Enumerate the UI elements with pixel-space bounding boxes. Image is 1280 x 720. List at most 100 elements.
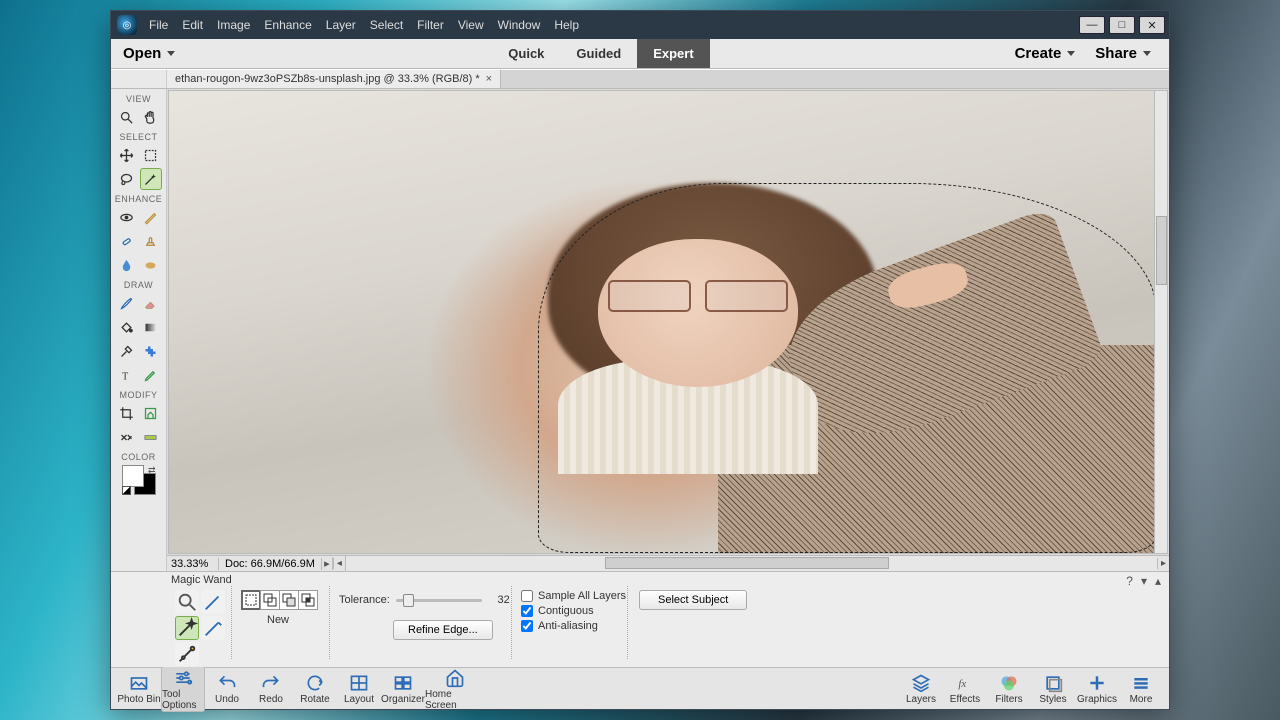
brush-tool[interactable]: [116, 292, 138, 314]
rotate-button[interactable]: Rotate: [293, 672, 337, 705]
vertical-scroll-thumb[interactable]: [1156, 216, 1167, 285]
organizer-button[interactable]: Organizer: [381, 672, 425, 705]
panel-menu-icon[interactable]: ▾: [1141, 574, 1147, 588]
sample-all-layers-checkbox[interactable]: Sample All Layers: [521, 590, 626, 602]
lasso-tool[interactable]: [116, 168, 138, 190]
gradient-tool[interactable]: [140, 316, 162, 338]
selection-mode-new[interactable]: [241, 590, 261, 610]
redeye-tool[interactable]: [116, 206, 138, 228]
color-swatch[interactable]: ⇄: [122, 465, 156, 495]
hscroll-left-icon[interactable]: ◂: [333, 558, 345, 569]
redo-button[interactable]: Redo: [249, 672, 293, 705]
graphics-button[interactable]: Graphics: [1075, 672, 1119, 705]
menu-enhance[interactable]: Enhance: [264, 18, 311, 32]
selection-mode-subtract[interactable]: [279, 590, 299, 610]
mode-quick[interactable]: Quick: [492, 39, 560, 68]
auto-selection-option[interactable]: [175, 642, 199, 666]
swap-colors-icon[interactable]: ⇄: [148, 465, 156, 476]
paint-bucket-tool[interactable]: [116, 316, 138, 338]
hand-tool[interactable]: [140, 106, 162, 128]
mode-expert[interactable]: Expert: [637, 39, 709, 68]
vertical-scrollbar[interactable]: [1154, 91, 1167, 553]
horizontal-scrollbar[interactable]: [345, 556, 1157, 571]
collapse-icon[interactable]: ▴: [1155, 574, 1161, 588]
shape-tool[interactable]: [140, 340, 162, 362]
styles-button[interactable]: Styles: [1031, 672, 1075, 705]
zoom-percent[interactable]: 33.33%: [167, 558, 219, 570]
marquee-tool[interactable]: [140, 144, 162, 166]
whiten-teeth-tool[interactable]: [140, 206, 162, 228]
blur-tool[interactable]: [116, 254, 138, 276]
default-colors-icon[interactable]: [122, 486, 131, 495]
tool-section-draw: DRAW: [124, 280, 153, 290]
share-label: Share: [1095, 45, 1137, 62]
more-button[interactable]: More: [1119, 672, 1163, 705]
undo-button[interactable]: Undo: [205, 672, 249, 705]
foreground-color-swatch[interactable]: [122, 465, 144, 487]
clone-stamp-tool[interactable]: [140, 230, 162, 252]
doc-info-menu-icon[interactable]: ▸: [322, 557, 333, 570]
hscroll-right-icon[interactable]: ▸: [1157, 558, 1169, 569]
doc-info[interactable]: Doc: 66.9M/66.9M: [219, 558, 322, 570]
zoom-tool[interactable]: [116, 106, 138, 128]
layout-button[interactable]: Layout: [337, 672, 381, 705]
filters-button[interactable]: Filters: [987, 672, 1031, 705]
select-subject-button[interactable]: Select Subject: [639, 590, 747, 610]
antialias-checkbox[interactable]: Anti-aliasing: [521, 620, 626, 632]
contiguous-checkbox[interactable]: Contiguous: [521, 605, 626, 617]
crop-tool[interactable]: [116, 402, 138, 424]
recompose-tool[interactable]: [140, 402, 162, 424]
document-tab-close-icon[interactable]: ×: [486, 73, 492, 85]
open-dropdown[interactable]: Open: [111, 45, 187, 62]
canvas-zone: 33.33% Doc: 66.9M/66.9M ▸ ◂ ▸: [167, 89, 1169, 571]
eyedropper-tool[interactable]: [116, 340, 138, 362]
menu-edit[interactable]: Edit: [182, 18, 203, 32]
quick-selection-option[interactable]: [175, 590, 199, 614]
mode-guided[interactable]: Guided: [560, 39, 637, 68]
move-tool[interactable]: [116, 144, 138, 166]
straighten-tool[interactable]: [140, 426, 162, 448]
help-icon[interactable]: ?: [1126, 574, 1133, 588]
canvas[interactable]: [168, 90, 1168, 554]
share-dropdown[interactable]: Share: [1095, 45, 1151, 62]
menu-view[interactable]: View: [458, 18, 484, 32]
close-button[interactable]: ✕: [1139, 16, 1165, 34]
refine-edge-button[interactable]: Refine Edge...: [393, 620, 493, 640]
tool-options-button[interactable]: Tool Options: [161, 666, 205, 712]
rotate-label: Rotate: [300, 694, 329, 705]
tolerance-slider[interactable]: [396, 599, 482, 602]
magic-wand-option[interactable]: [175, 616, 199, 640]
create-dropdown[interactable]: Create: [1015, 45, 1076, 62]
content-aware-move-tool[interactable]: [116, 426, 138, 448]
magic-wand-tool[interactable]: [140, 168, 162, 190]
refine-selection-option[interactable]: [201, 616, 225, 640]
maximize-button[interactable]: □: [1109, 16, 1135, 34]
menu-help[interactable]: Help: [554, 18, 579, 32]
layers-button[interactable]: Layers: [899, 672, 943, 705]
selection-mode-intersect[interactable]: [298, 590, 318, 610]
eraser-tool[interactable]: [140, 292, 162, 314]
photo-bin-button[interactable]: Photo Bin: [117, 672, 161, 705]
document-tab[interactable]: ethan-rougon-9wz3oPSZb8s-unsplash.jpg @ …: [167, 70, 501, 88]
home-screen-button[interactable]: Home Screen: [425, 667, 485, 711]
menu-file[interactable]: File: [149, 18, 168, 32]
menu-image[interactable]: Image: [217, 18, 250, 32]
spot-heal-tool[interactable]: [116, 230, 138, 252]
selection-brush-option[interactable]: [201, 590, 225, 614]
horizontal-scroll-thumb[interactable]: [605, 557, 889, 569]
tolerance-value[interactable]: 32: [488, 594, 510, 606]
menu-layer[interactable]: Layer: [326, 18, 356, 32]
selection-mode-add[interactable]: [260, 590, 280, 610]
tolerance-label: Tolerance:: [339, 594, 390, 606]
minimize-button[interactable]: —: [1079, 16, 1105, 34]
caret-down-icon: [1143, 51, 1151, 56]
separator: [231, 586, 232, 659]
menu-select[interactable]: Select: [370, 18, 403, 32]
tolerance-slider-thumb[interactable]: [403, 594, 414, 607]
type-tool[interactable]: T: [116, 364, 138, 386]
menu-filter[interactable]: Filter: [417, 18, 444, 32]
effects-button[interactable]: fxEffects: [943, 672, 987, 705]
pencil-tool[interactable]: [140, 364, 162, 386]
menu-window[interactable]: Window: [498, 18, 541, 32]
sponge-tool[interactable]: [140, 254, 162, 276]
